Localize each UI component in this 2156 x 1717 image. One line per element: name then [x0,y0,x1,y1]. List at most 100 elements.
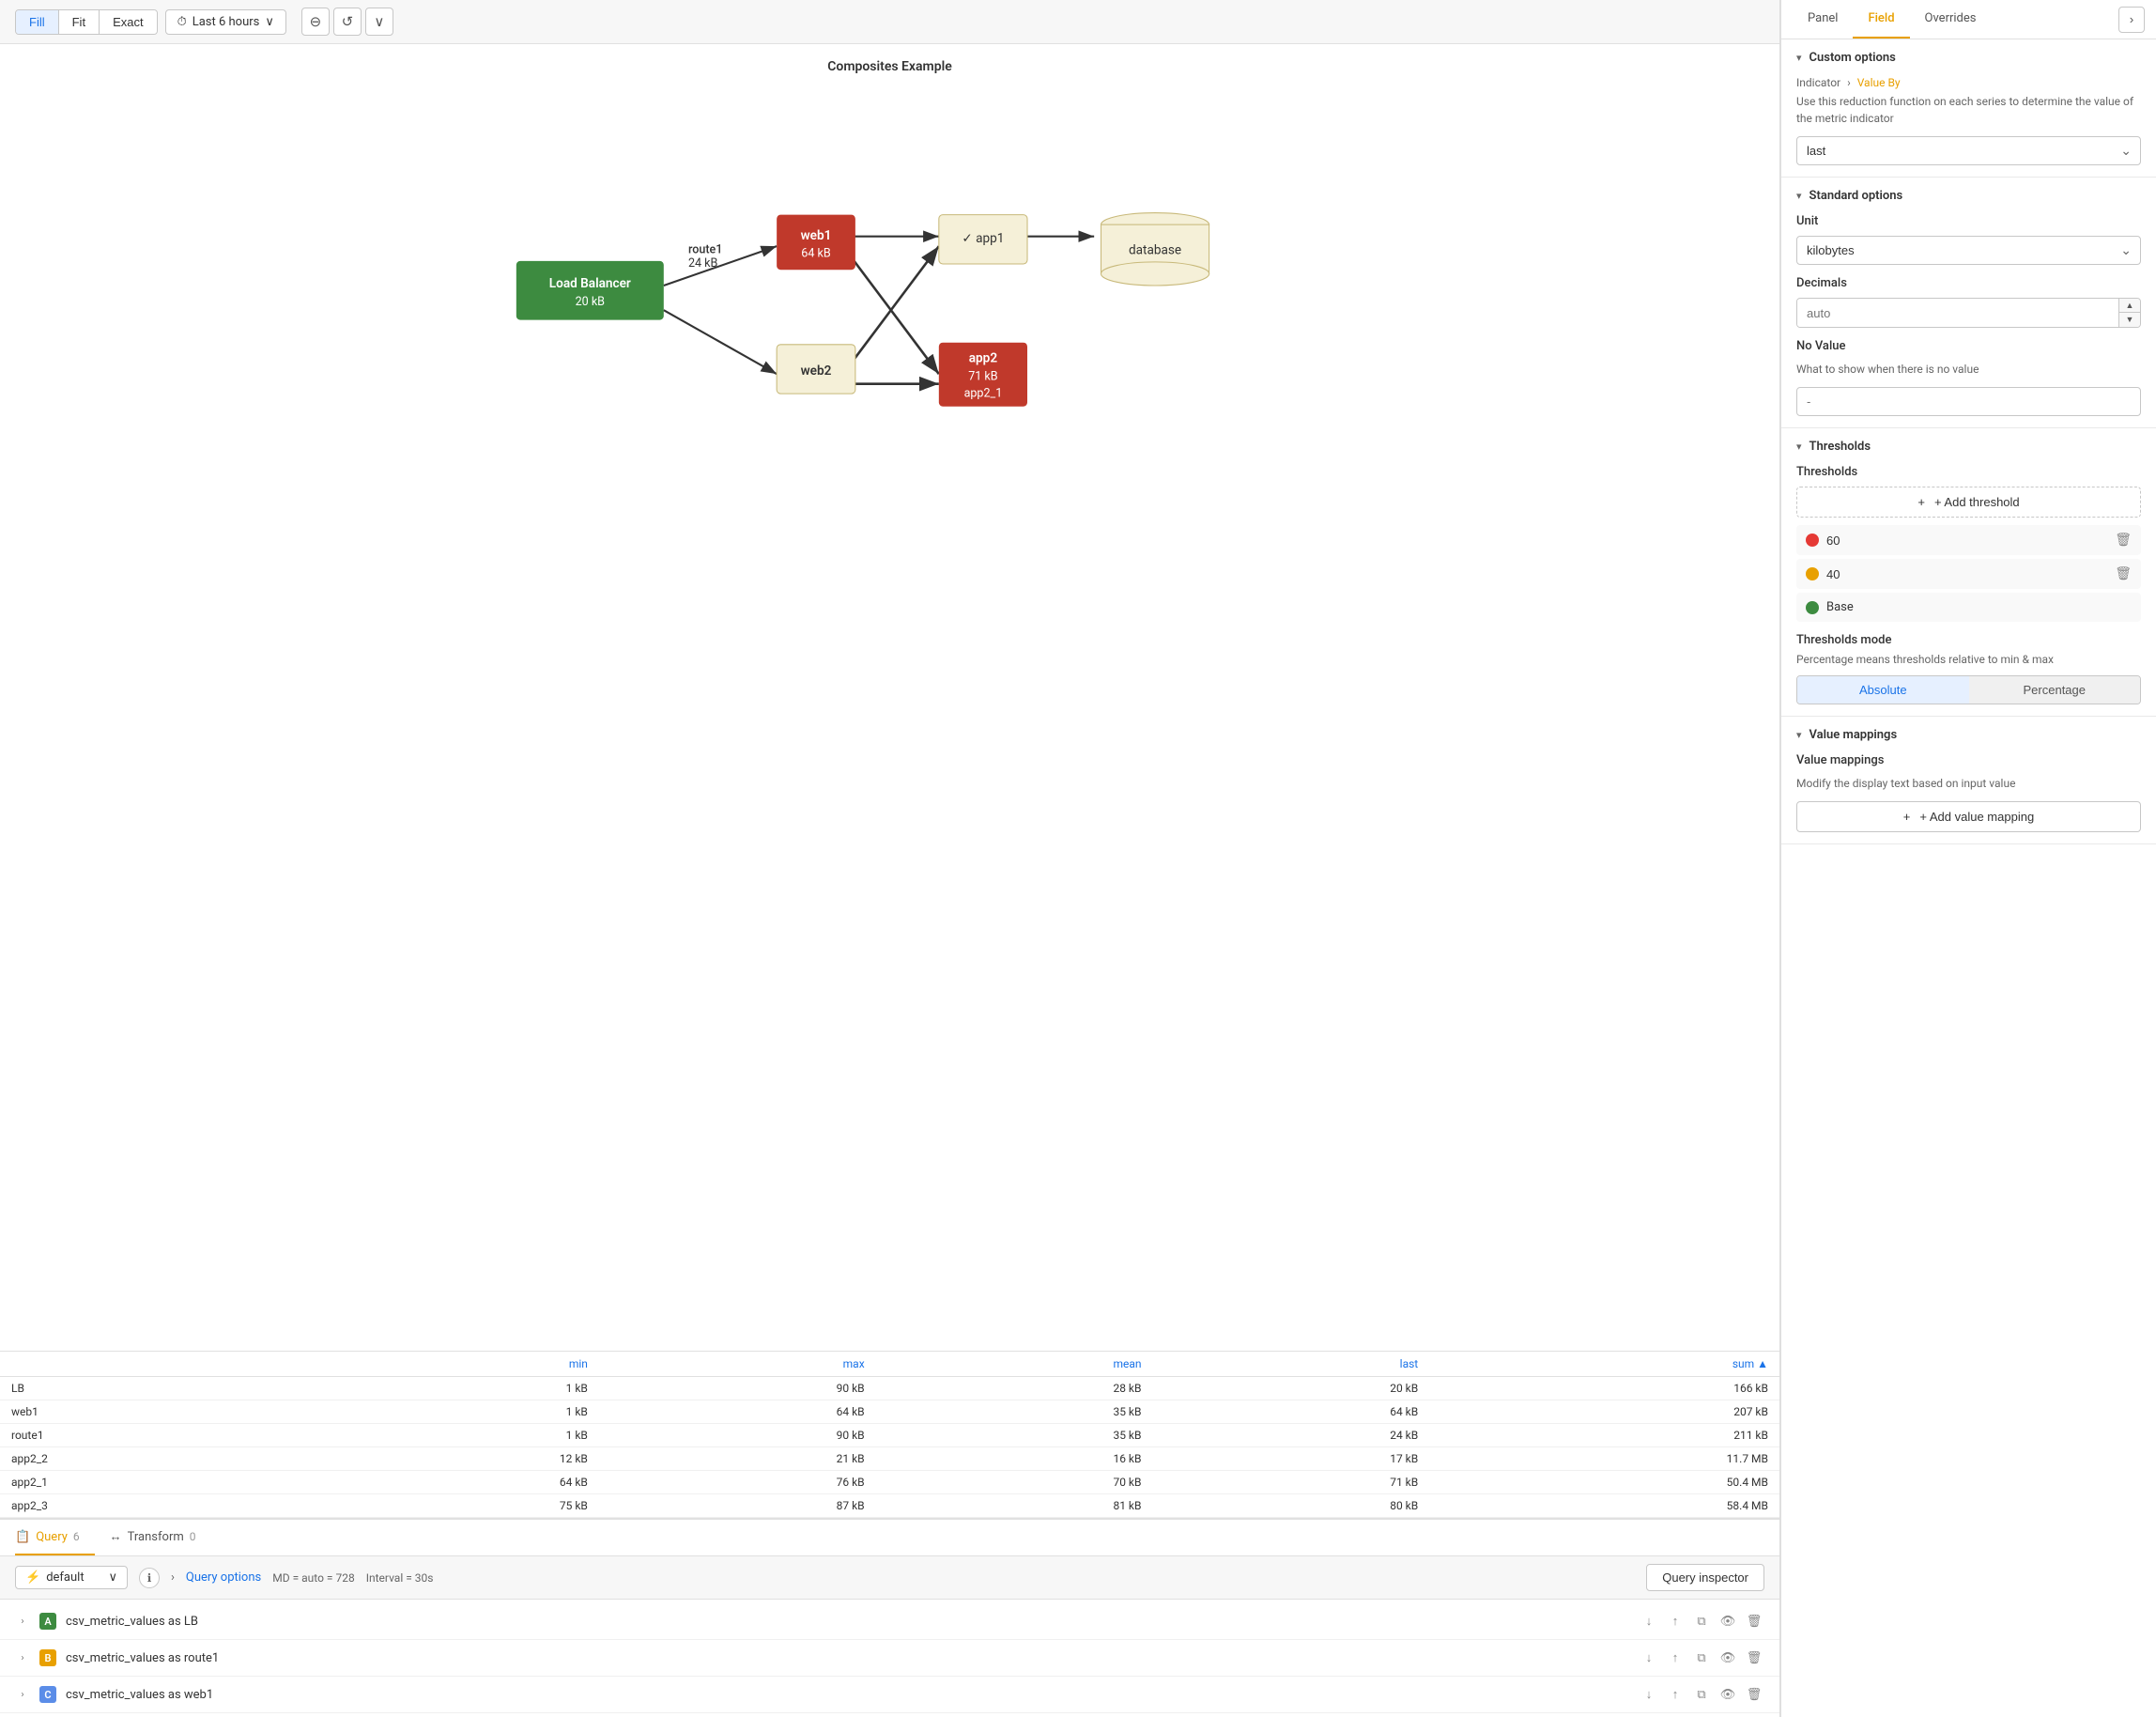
tab-field[interactable]: Field [1853,0,1909,39]
svg-text:Load Balancer: Load Balancer [549,276,631,291]
cell-last: 64 kB [1152,1400,1429,1424]
svg-text:app2: app2 [969,351,998,366]
chevron-down-icon: ∨ [108,1570,117,1585]
cell-mean: 35 kB [876,1424,1153,1447]
delete-icon[interactable]: 🗑 [1744,1611,1764,1632]
move-down-icon[interactable]: ↓ [1639,1611,1659,1632]
copy-icon[interactable]: ⧉ [1691,1647,1712,1668]
query-row: › C csv_metric_values as web1 ↓ ↑ ⧉ 👁 🗑 [0,1677,1779,1713]
decimals-up-button[interactable]: ▲ [2119,299,2140,313]
value-mappings-title: Value mappings [1810,728,1898,742]
zoom-out-button[interactable]: ⊖ [301,8,330,36]
tab-panel[interactable]: Panel [1793,0,1853,39]
threshold-value-40[interactable] [1826,567,2107,581]
decimals-spinner: ▲ ▼ [1796,298,2141,328]
view-mode-group: Fill Fit Exact [15,9,158,35]
move-up-icon[interactable]: ↑ [1665,1684,1686,1705]
cell-sum: 11.7 MB [1429,1447,1779,1471]
custom-options-header[interactable]: ▾ Custom options [1796,51,2141,65]
tab-overrides[interactable]: Overrides [1910,0,1992,39]
threshold-value-60[interactable] [1826,534,2107,548]
add-value-mapping-button[interactable]: + + Add value mapping [1796,801,2141,832]
eye-icon[interactable]: 👁 [1717,1647,1738,1668]
copy-icon[interactable]: ⧉ [1691,1684,1712,1705]
thresholds-header[interactable]: ▾ Thresholds [1796,440,2141,454]
svg-text:64 kB: 64 kB [801,247,831,261]
fill-button[interactable]: Fill [16,10,59,34]
chevron-down-icon: ∨ [265,15,274,29]
cell-max: 21 kB [599,1447,876,1471]
col-header-last[interactable]: last [1152,1352,1429,1377]
delete-icon[interactable]: 🗑 [1744,1647,1764,1668]
copy-icon[interactable]: ⧉ [1691,1611,1712,1632]
fit-button[interactable]: Fit [59,10,100,34]
threshold-delete-40[interactable]: 🗑 [2115,566,2132,581]
value-by-select-wrapper: last first min max mean sum [1796,136,2141,165]
cell-max: 87 kB [599,1494,876,1518]
more-button[interactable]: ∨ [365,8,393,36]
collapse-icon: ▾ [1796,441,1802,453]
unit-label: Unit [1796,214,2141,228]
cell-sum: 211 kB [1429,1424,1779,1447]
query-letter: A [39,1613,56,1630]
no-value-input[interactable] [1796,387,2141,416]
table-row: LB 1 kB 90 kB 28 kB 20 kB 166 kB [0,1377,1779,1400]
exact-button[interactable]: Exact [100,10,157,34]
decimals-input[interactable] [1797,300,2118,327]
no-value-label: No Value [1796,339,2141,353]
move-up-icon[interactable]: ↑ [1665,1647,1686,1668]
threshold-row-60: 🗑 [1796,525,2141,555]
datasource-icon: ⚡ [25,1570,40,1585]
value-mappings-header[interactable]: ▾ Value mappings [1796,728,2141,742]
col-header-sum[interactable]: sum ▲ [1429,1352,1779,1377]
md-info: MD = auto = 728 [272,1571,354,1585]
query-options-link[interactable]: Query options [186,1570,261,1585]
move-down-icon[interactable]: ↓ [1639,1684,1659,1705]
refresh-button[interactable]: ↺ [333,8,362,36]
value-mappings-section: ▾ Value mappings Value mappings Modify t… [1781,717,2156,844]
time-range-picker[interactable]: ⏱ Last 6 hours ∨ [165,9,286,35]
cell-sum: 50.4 MB [1429,1471,1779,1494]
move-down-icon[interactable]: ↓ [1639,1647,1659,1668]
col-header-name[interactable] [0,1352,322,1377]
percentage-mode-button[interactable]: Percentage [1969,676,2141,704]
custom-options-title: Custom options [1810,51,1896,65]
threshold-delete-60[interactable]: 🗑 [2115,533,2132,548]
eye-icon[interactable]: 👁 [1717,1611,1738,1632]
cell-min: 1 kB [322,1377,599,1400]
decimals-down-button[interactable]: ▼ [2119,313,2140,327]
table-row: app2_3 75 kB 87 kB 81 kB 80 kB 58.4 MB [0,1494,1779,1518]
expand-button[interactable]: › [15,1650,30,1665]
query-row: › A csv_metric_values as LB ↓ ↑ ⧉ 👁 🗑 [0,1603,1779,1640]
cell-sum: 166 kB [1429,1377,1779,1400]
add-threshold-button[interactable]: + + Add threshold [1796,487,2141,518]
info-button[interactable]: ℹ [139,1568,160,1588]
query-inspector-button[interactable]: Query inspector [1646,1564,1764,1591]
eye-icon[interactable]: 👁 [1717,1684,1738,1705]
table-row: web1 1 kB 64 kB 35 kB 64 kB 207 kB [0,1400,1779,1424]
standard-options-header[interactable]: ▾ Standard options [1796,189,2141,203]
col-header-mean[interactable]: mean [876,1352,1153,1377]
unit-select[interactable]: kilobytes bytes megabytes [1796,236,2141,265]
panel-forward-button[interactable]: › [2118,7,2145,33]
absolute-mode-button[interactable]: Absolute [1797,676,1969,704]
svg-text:web1: web1 [801,228,832,243]
delete-icon[interactable]: 🗑 [1744,1684,1764,1705]
cell-min: 1 kB [322,1400,599,1424]
value-mappings-desc: Modify the display text based on input v… [1796,775,2141,792]
tab-query[interactable]: 📋 Query 6 [15,1520,95,1555]
expand-button[interactable]: › [15,1614,30,1629]
col-header-max[interactable]: max [599,1352,876,1377]
expand-button[interactable]: › [15,1687,30,1702]
datasource-select[interactable]: ⚡ default ∨ [15,1566,128,1589]
move-up-icon[interactable]: ↑ [1665,1611,1686,1632]
cell-sum: 58.4 MB [1429,1494,1779,1518]
cell-name: app2_2 [0,1447,322,1471]
tab-transform[interactable]: ↔ Transform 0 [110,1520,211,1555]
query-letter: B [39,1649,56,1666]
table-row: app2_2 12 kB 21 kB 16 kB 17 kB 11.7 MB [0,1447,1779,1471]
col-header-min[interactable]: min [322,1352,599,1377]
value-by-select[interactable]: last first min max mean sum [1796,136,2141,165]
query-letter: C [39,1686,56,1703]
svg-text:24 kB: 24 kB [688,256,718,271]
